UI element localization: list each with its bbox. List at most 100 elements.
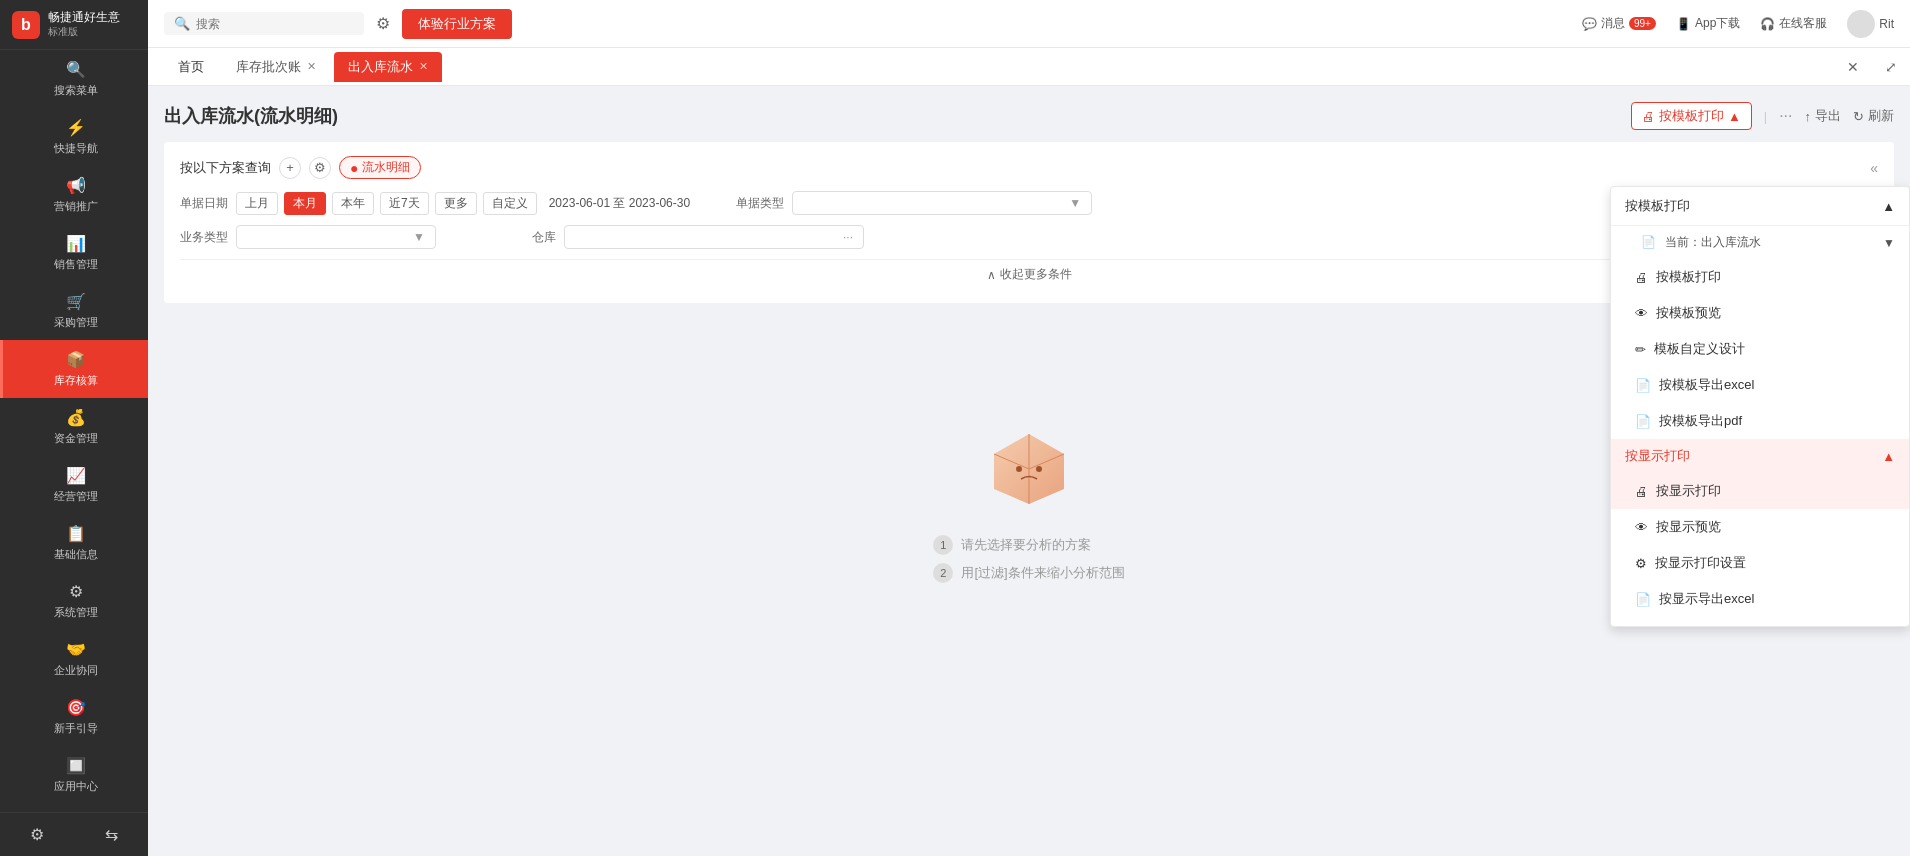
template-print-icon: 🖨 (1635, 270, 1648, 285)
window-close-btn[interactable]: ✕ (1834, 48, 1872, 86)
system-icon: ⚙ (69, 582, 83, 601)
chevron-down-icon-2: ▼ (413, 230, 425, 244)
filter-tag: ● 流水明细 (339, 156, 421, 179)
chevron-up-icon: ▲ (1728, 109, 1741, 124)
more-options-btn[interactable]: ··· (1779, 107, 1792, 125)
dropdown-scroll: 📄 当前：出入库流水 ▼ 🖨 按模板打印 👁 按模板预览 ✏ (1611, 226, 1909, 626)
marketing-icon: 📢 (66, 176, 86, 195)
tab-batch-close[interactable]: ✕ (307, 60, 316, 73)
print-icon: 🖨 (1642, 109, 1655, 124)
sidebar-item-quick-nav[interactable]: ⚡ 快捷导航 (0, 108, 148, 166)
dropdown-item-template-preview[interactable]: 👁 按模板预览 (1611, 295, 1909, 331)
date-btn-this-year[interactable]: 本年 (332, 192, 374, 215)
sidebar-item-sales[interactable]: 📊 销售管理 (0, 224, 148, 282)
message-badge: 99+ (1629, 17, 1656, 30)
date-btn-7days[interactable]: 近7天 (380, 192, 429, 215)
filter-settings-btn[interactable]: ⚙ (309, 157, 331, 179)
export-icon: ↑ (1805, 109, 1812, 124)
topbar: 🔍 ⚙ 体验行业方案 💬 消息 99+ 📱 App下载 🎧 在线客服 Rit (148, 0, 1910, 48)
sidebar-item-operations[interactable]: 📈 经营管理 (0, 456, 148, 514)
online-service-btn[interactable]: 🎧 在线客服 (1760, 15, 1827, 32)
sidebar-item-wechat[interactable]: 💬 企业微信 (0, 804, 148, 812)
user-avatar (1847, 10, 1875, 38)
date-filter-field: 单据日期 上月 本月 本年 近7天 更多 自定义 2023-06-01 至 20… (180, 192, 690, 215)
sidebar-item-guide[interactable]: 🎯 新手引导 (0, 688, 148, 746)
warehouse-select[interactable]: ··· (564, 225, 864, 249)
page-wrapper: 首页 库存批次账 ✕ 出入库流水 ✕ ✕ ⤢ 出入库流水(流水明细) (148, 48, 1910, 856)
display-print-icon: 🖨 (1635, 484, 1648, 499)
date-btn-custom[interactable]: 自定义 (483, 192, 537, 215)
search-icon: 🔍 (174, 16, 190, 31)
phone-icon: 📱 (1676, 17, 1691, 31)
template-print-btn[interactable]: 🖨 按模板打印 ▲ (1631, 102, 1752, 130)
topbar-search-box[interactable]: 🔍 (164, 12, 364, 35)
refresh-btn[interactable]: ↻ 刷新 (1853, 107, 1894, 125)
date-btn-more[interactable]: 更多 (435, 192, 477, 215)
sidebar-item-app-center[interactable]: 🔲 应用中心 (0, 746, 148, 804)
export-btn[interactable]: ↑ 导出 (1805, 107, 1842, 125)
app-download-btn[interactable]: 📱 App下载 (1676, 15, 1740, 32)
date-filter-buttons: 上月 本月 本年 近7天 更多 自定义 2023-06-01 至 2023-06… (236, 192, 690, 215)
topbar-right: 💬 消息 99+ 📱 App下载 🎧 在线客服 Rit (1582, 10, 1894, 38)
dropdown-item-template-excel[interactable]: 📄 按模板导出excel (1611, 367, 1909, 403)
sidebar-item-enterprise[interactable]: 🤝 企业协同 (0, 630, 148, 688)
date-btn-this-month[interactable]: 本月 (284, 192, 326, 215)
sidebar-collapse-btn[interactable]: ⇆ (105, 825, 118, 844)
current-chevron-icon: ▼ (1883, 236, 1895, 250)
user-profile-btn[interactable]: Rit (1847, 10, 1894, 38)
app-center-icon: 🔲 (66, 756, 86, 775)
tab-flow-close[interactable]: ✕ (419, 60, 428, 73)
display-excel-icon: 📄 (1635, 592, 1651, 607)
dropdown-item-display-pdf[interactable]: 📄 按显示导出pdf (1611, 617, 1909, 626)
display-preview-icon: 👁 (1635, 520, 1648, 535)
filter-header: 按以下方案查询 + ⚙ ● 流水明细 « (180, 156, 1878, 179)
dropdown-header: 按模板打印 ▲ (1611, 187, 1909, 226)
dropdown-item-template-custom[interactable]: ✏ 模板自定义设计 (1611, 331, 1909, 367)
date-btn-prev-month[interactable]: 上月 (236, 192, 278, 215)
sidebar-item-system[interactable]: ⚙ 系统管理 (0, 572, 148, 630)
sidebar-item-search[interactable]: 🔍 搜索菜单 (0, 50, 148, 108)
topbar-settings-icon[interactable]: ⚙ (376, 14, 390, 33)
tab-home[interactable]: 首页 (164, 52, 218, 82)
dropdown-item-display-excel[interactable]: 📄 按显示导出excel (1611, 581, 1909, 617)
message-btn[interactable]: 💬 消息 99+ (1582, 15, 1656, 32)
filter-add-btn[interactable]: + (279, 157, 301, 179)
dropdown-item-template-pdf[interactable]: 📄 按模板导出pdf (1611, 403, 1909, 439)
sidebar-item-purchase[interactable]: 🛒 采购管理 (0, 282, 148, 340)
dropdown-current[interactable]: 📄 当前：出入库流水 ▼ (1611, 226, 1909, 259)
filter-collapse-btn[interactable]: « (1870, 160, 1878, 176)
dropdown-display-section[interactable]: 按显示打印 ▲ (1611, 439, 1909, 473)
business-type-field: 业务类型 ▼ (180, 225, 436, 249)
sidebar-item-basic[interactable]: 📋 基础信息 (0, 514, 148, 572)
dropdown-collapse-icon[interactable]: ▲ (1882, 199, 1895, 214)
main-area: 🔍 ⚙ 体验行业方案 💬 消息 99+ 📱 App下载 🎧 在线客服 Rit (148, 0, 1910, 856)
refresh-icon: ↻ (1853, 109, 1864, 124)
sidebar-item-marketing[interactable]: 📢 营销推广 (0, 166, 148, 224)
dropdown-item-display-settings[interactable]: ⚙ 按显示打印设置 (1611, 545, 1909, 581)
search-input[interactable] (196, 17, 336, 31)
sidebar-settings-btn[interactable]: ⚙ (30, 825, 44, 844)
sidebar-item-finance[interactable]: 💰 资金管理 (0, 398, 148, 456)
trial-btn[interactable]: 体验行业方案 (402, 9, 512, 39)
dropdown-item-display-preview[interactable]: 👁 按显示预览 (1611, 509, 1909, 545)
tab-flow[interactable]: 出入库流水 ✕ (334, 52, 442, 82)
finance-icon: 💰 (66, 408, 86, 427)
business-type-select[interactable]: ▼ (236, 225, 436, 249)
page-content: 出入库流水(流水明细) 🖨 按模板打印 ▲ | ··· ↑ 导出 (148, 86, 1910, 856)
sidebar-bottom: ⚙ ⇆ (0, 812, 148, 856)
empty-steps: 1 请先选择要分析的方案 2 用[过滤]条件来缩小分析范围 (933, 535, 1124, 583)
template-excel-icon: 📄 (1635, 378, 1651, 393)
purchase-icon: 🛒 (66, 292, 86, 311)
current-icon: 📄 (1641, 235, 1656, 249)
window-maximize-btn[interactable]: ⤢ (1872, 48, 1910, 86)
sidebar-item-inventory[interactable]: 📦 库存核算 (0, 340, 148, 398)
chevron-down-icon: ▼ (1069, 196, 1081, 210)
type-select[interactable]: ▼ (792, 191, 1092, 215)
empty-state-icon (979, 419, 1079, 519)
search-icon: 🔍 (66, 60, 86, 79)
dropdown-item-template-print[interactable]: 🖨 按模板打印 (1611, 259, 1909, 295)
svg-point-2 (1036, 466, 1042, 472)
dropdown-item-display-print[interactable]: 🖨 按显示打印 (1611, 473, 1909, 509)
tab-batch[interactable]: 库存批次账 ✕ (222, 52, 330, 82)
enterprise-icon: 🤝 (66, 640, 86, 659)
